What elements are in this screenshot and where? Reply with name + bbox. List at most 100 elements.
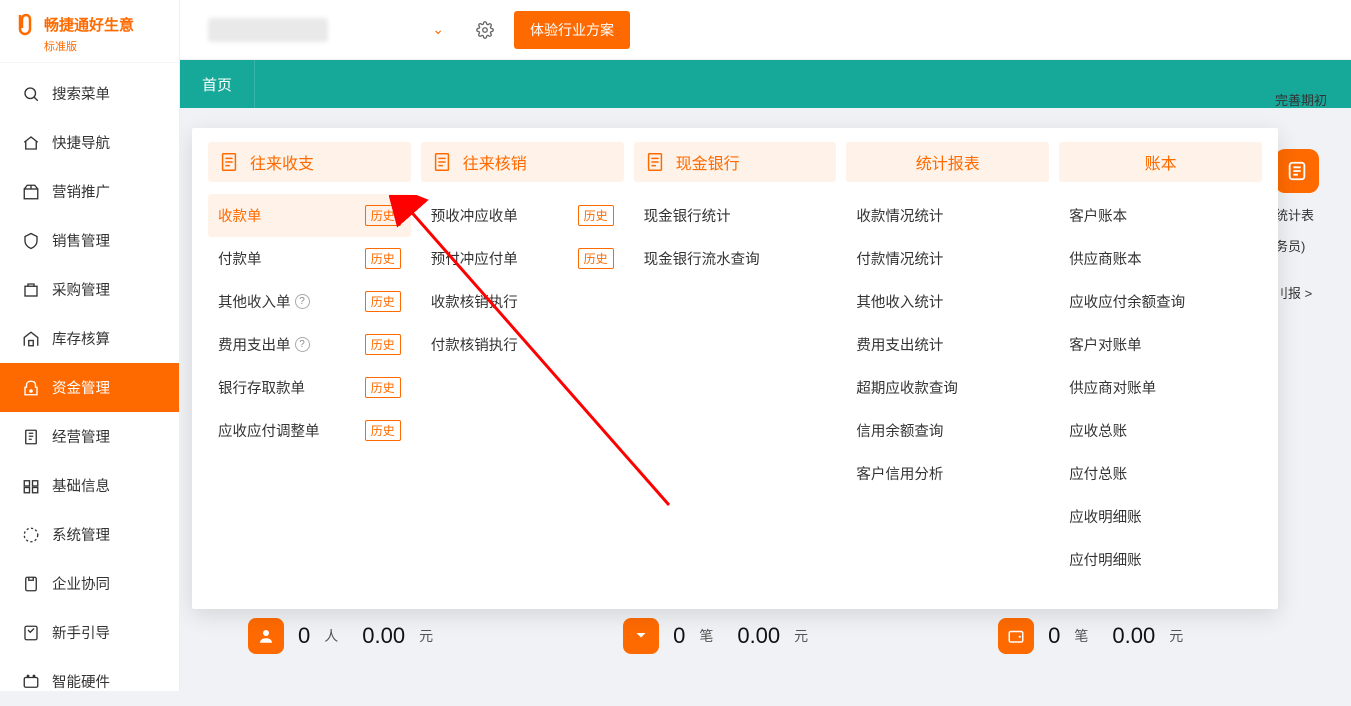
mega-item[interactable]: 供应商账本 bbox=[1059, 237, 1262, 280]
mega-item[interactable]: 应收总账 bbox=[1059, 409, 1262, 452]
mega-item[interactable]: 超期应收款查询 bbox=[846, 366, 1049, 409]
mega-item-label: 收款情况统计 bbox=[856, 205, 943, 226]
mega-item-label: 收款单 bbox=[218, 205, 262, 226]
mega-item[interactable]: 其他收入统计 bbox=[846, 280, 1049, 323]
stat-row: 0人 0.00元 0笔 0.00元 0笔 0.00元 bbox=[200, 601, 1331, 671]
sidebar-item-label: 新手引导 bbox=[52, 622, 110, 643]
sidebar-item-label: 销售管理 bbox=[52, 230, 110, 251]
history-badge[interactable]: 历史 bbox=[365, 377, 401, 398]
sidebar-item-8[interactable]: 基础信息 bbox=[0, 461, 179, 510]
mega-item[interactable]: 客户信用分析 bbox=[846, 452, 1049, 495]
mega-item-label: 应收总账 bbox=[1069, 420, 1127, 441]
sidebar-item-3[interactable]: 销售管理 bbox=[0, 216, 179, 265]
mega-item-label: 付款核销执行 bbox=[431, 334, 518, 355]
history-badge[interactable]: 历史 bbox=[365, 334, 401, 355]
sidebar: 畅捷通好生意 标准版 搜索菜单快捷导航营销推广销售管理采购管理库存核算资金管理经… bbox=[0, 0, 180, 691]
mega-item[interactable]: 收款情况统计 bbox=[846, 194, 1049, 237]
mega-item[interactable]: 应付明细账 bbox=[1059, 538, 1262, 581]
mega-item[interactable]: 费用支出单?历史 bbox=[208, 323, 411, 366]
mega-item-label: 客户信用分析 bbox=[856, 463, 943, 484]
sidebar-item-label: 企业协同 bbox=[52, 573, 110, 594]
mega-item[interactable]: 费用支出统计 bbox=[846, 323, 1049, 366]
help-icon: ? bbox=[295, 294, 310, 309]
mega-item[interactable]: 应收应付余额查询 bbox=[1059, 280, 1262, 323]
mega-item[interactable]: 预付冲应付单历史 bbox=[421, 237, 624, 280]
sidebar-item-0[interactable]: 搜索菜单 bbox=[0, 69, 179, 118]
mega-column-header: 往来收支 bbox=[208, 142, 411, 182]
peek-panel: 完善期初 统计表 务员) 刂报 > bbox=[1275, 90, 1335, 314]
org-name-redacted bbox=[208, 18, 328, 42]
stat-c-count: 0 bbox=[1048, 623, 1060, 649]
sidebar-item-label: 经营管理 bbox=[52, 426, 110, 447]
peek-link-salesman[interactable]: 务员) bbox=[1275, 236, 1335, 255]
mega-item[interactable]: 付款核销执行 bbox=[421, 323, 624, 366]
brand-badge: 标准版 bbox=[44, 38, 165, 54]
history-badge[interactable]: 历史 bbox=[578, 205, 614, 226]
sidebar-item-6[interactable]: 资金管理 bbox=[0, 363, 179, 412]
mega-item[interactable]: 预收冲应收单历史 bbox=[421, 194, 624, 237]
mega-item[interactable]: 应收应付调整单历史 bbox=[208, 409, 411, 452]
mega-item[interactable]: 其他收入单?历史 bbox=[208, 280, 411, 323]
mega-item[interactable]: 客户账本 bbox=[1059, 194, 1262, 237]
tab-home[interactable]: 首页 bbox=[180, 60, 255, 108]
mega-item[interactable]: 信用余额查询 bbox=[846, 409, 1049, 452]
sidebar-item-4[interactable]: 采购管理 bbox=[0, 265, 179, 314]
settings-button[interactable] bbox=[470, 15, 500, 45]
nav-icon bbox=[22, 183, 40, 201]
history-badge[interactable]: 历史 bbox=[365, 420, 401, 441]
history-badge[interactable]: 历史 bbox=[365, 291, 401, 312]
nav-icon bbox=[22, 428, 40, 446]
mega-item[interactable]: 现金银行流水查询 bbox=[634, 237, 837, 280]
mega-item[interactable]: 收款单 历史 bbox=[208, 194, 411, 237]
history-badge[interactable]: 历史 bbox=[365, 248, 401, 269]
sidebar-item-9[interactable]: 系统管理 bbox=[0, 510, 179, 559]
history-badge[interactable]: 历史 bbox=[365, 205, 401, 226]
mega-item[interactable]: 客户对账单 bbox=[1059, 323, 1262, 366]
stat-a-count: 0 bbox=[298, 623, 310, 649]
mega-item[interactable]: 付款单历史 bbox=[208, 237, 411, 280]
nav-icon bbox=[22, 330, 40, 348]
sidebar-item-label: 资金管理 bbox=[52, 377, 110, 398]
scheme-button[interactable]: 体验行业方案 bbox=[514, 11, 630, 49]
sidebar-item-10[interactable]: 企业协同 bbox=[0, 559, 179, 608]
mega-item[interactable]: 现金银行统计 bbox=[634, 194, 837, 237]
document-icon bbox=[644, 151, 666, 173]
stat-c-count-unit: 笔 bbox=[1074, 626, 1088, 646]
tabbar: 首页 bbox=[180, 60, 1351, 108]
sidebar-item-2[interactable]: 营销推广 bbox=[0, 167, 179, 216]
brand-icon bbox=[14, 12, 38, 36]
history-badge[interactable]: 历史 bbox=[578, 248, 614, 269]
mega-column-3: 统计报表收款情况统计付款情况统计其他收入统计费用支出统计超期应收款查询信用余额查… bbox=[846, 142, 1049, 581]
mega-item[interactable]: 收款核销执行 bbox=[421, 280, 624, 323]
sidebar-item-label: 营销推广 bbox=[52, 181, 110, 202]
sidebar-item-12[interactable]: 智能硬件 bbox=[0, 657, 179, 706]
sidebar-item-1[interactable]: 快捷导航 bbox=[0, 118, 179, 167]
nav-icon bbox=[22, 379, 40, 397]
sidebar-item-label: 智能硬件 bbox=[52, 671, 110, 692]
mega-item-label: 付款情况统计 bbox=[856, 248, 943, 269]
org-select[interactable]: ⌄ bbox=[196, 12, 456, 48]
mega-item-label: 客户对账单 bbox=[1069, 334, 1142, 355]
peek-link-stats[interactable]: 统计表 bbox=[1275, 205, 1335, 224]
mega-item[interactable]: 银行存取款单历史 bbox=[208, 366, 411, 409]
mega-column-header: 账本 bbox=[1059, 142, 1262, 182]
sidebar-item-11[interactable]: 新手引导 bbox=[0, 608, 179, 657]
peek-link-more[interactable]: 刂报 > bbox=[1275, 283, 1335, 302]
mega-item[interactable]: 应收明细账 bbox=[1059, 495, 1262, 538]
sidebar-item-label: 快捷导航 bbox=[52, 132, 110, 153]
nav-icon bbox=[22, 281, 40, 299]
sidebar-item-5[interactable]: 库存核算 bbox=[0, 314, 179, 363]
mega-item[interactable]: 供应商对账单 bbox=[1059, 366, 1262, 409]
mega-item[interactable]: 付款情况统计 bbox=[846, 237, 1049, 280]
mega-item-label: 应收应付余额查询 bbox=[1069, 291, 1185, 312]
mega-item-label: 信用余额查询 bbox=[856, 420, 943, 441]
nav-icon bbox=[22, 85, 40, 103]
mega-item-label: 客户账本 bbox=[1069, 205, 1127, 226]
mega-item[interactable]: 应付总账 bbox=[1059, 452, 1262, 495]
stat-b-amount-unit: 元 bbox=[794, 626, 808, 646]
sidebar-item-7[interactable]: 经营管理 bbox=[0, 412, 179, 461]
report-icon[interactable] bbox=[1275, 149, 1319, 193]
mega-item-label: 应收明细账 bbox=[1069, 506, 1142, 527]
stat-customers: 0人 0.00元 bbox=[248, 601, 443, 671]
document-icon bbox=[431, 151, 453, 173]
